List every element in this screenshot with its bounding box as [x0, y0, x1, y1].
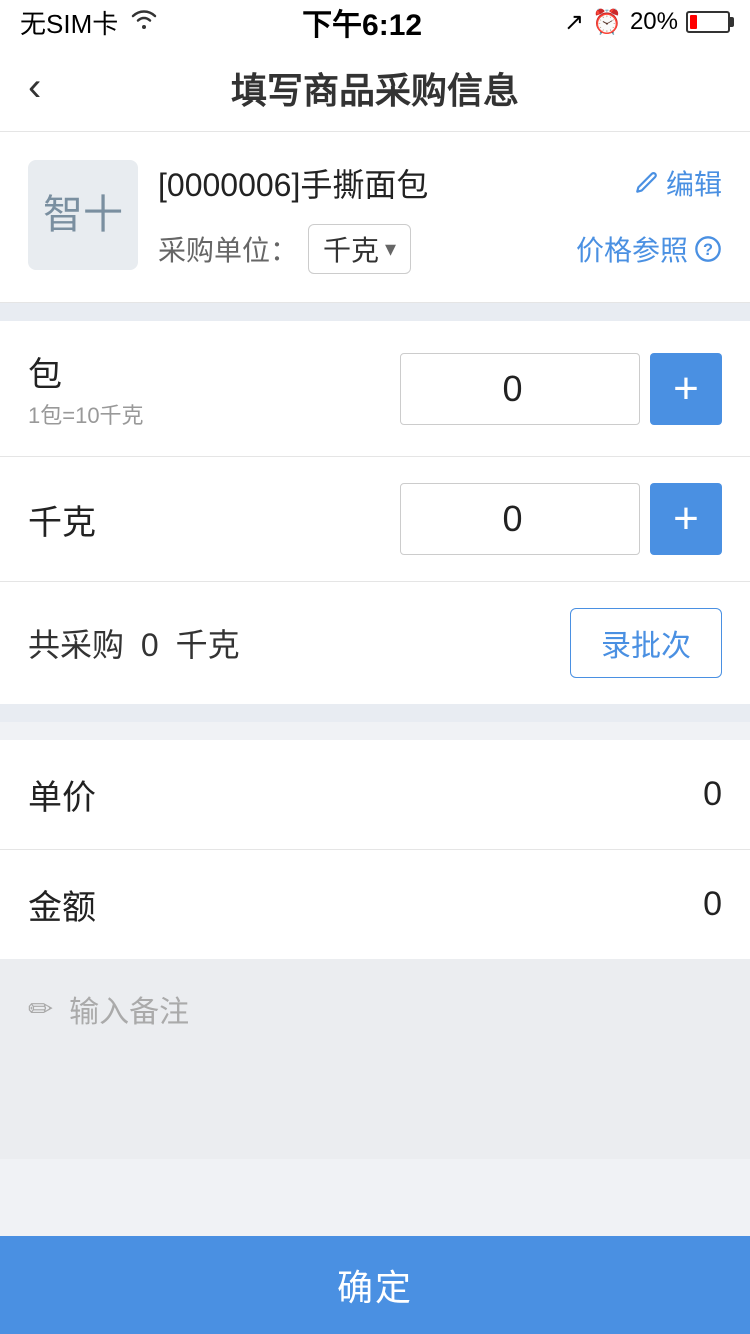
wifi-icon: [128, 7, 160, 38]
kg-label: 千克: [28, 495, 96, 544]
price-ref-label: 价格参照: [576, 229, 688, 269]
note-placeholder: 输入备注: [69, 987, 189, 1031]
chevron-down-icon: ▾: [385, 236, 396, 262]
nav-bar: ‹ 填写商品采购信息: [0, 44, 750, 132]
section-divider-2: [0, 704, 750, 722]
status-bar-time: 下午6:12: [302, 0, 422, 44]
back-button[interactable]: ‹: [28, 65, 41, 110]
bag-input-control: +: [400, 353, 722, 425]
edit-button[interactable]: 编辑: [634, 163, 722, 203]
unit-selector[interactable]: 采购单位： 千克 ▾: [158, 224, 411, 274]
product-info-top: [0000006]手撕面包 编辑: [158, 160, 722, 206]
amount-value: 0: [703, 885, 722, 924]
summary-amount: 0: [141, 627, 159, 663]
amount-row: 金额 0: [0, 850, 750, 959]
kg-input[interactable]: [400, 483, 640, 555]
product-name: [0000006]手撕面包: [158, 160, 428, 206]
pencil-icon: ✏: [28, 992, 53, 1027]
battery-fill: [690, 15, 697, 29]
edit-label: 编辑: [666, 163, 722, 203]
unit-label: 采购单位：: [158, 229, 298, 269]
plus-icon-bag: +: [673, 364, 699, 414]
amount-label: 金额: [28, 880, 96, 929]
bag-plus-button[interactable]: +: [650, 353, 722, 425]
input-section: 包 1包=10千克 + 千克 +: [0, 321, 750, 582]
batch-button[interactable]: 录批次: [570, 608, 722, 678]
note-input-area[interactable]: ✏ 输入备注: [28, 987, 722, 1031]
kg-plus-button[interactable]: +: [650, 483, 722, 555]
svg-text:?: ?: [703, 241, 713, 259]
summary-prefix: 共采购: [28, 627, 124, 663]
unit-value: 千克: [323, 229, 379, 269]
battery-percent: 20%: [630, 8, 678, 36]
carrier-label: 无SIM卡: [20, 4, 118, 41]
note-section[interactable]: ✏ 输入备注: [0, 959, 750, 1159]
confirm-button[interactable]: 确定: [0, 1236, 750, 1334]
bag-label: 包 1包=10千克: [28, 347, 144, 430]
bag-input-row: 包 1包=10千克 +: [0, 321, 750, 457]
product-card: 智十 [0000006]手撕面包 编辑 采购单位： 千克 ▾: [0, 132, 750, 303]
bag-input[interactable]: [400, 353, 640, 425]
status-bar-left: 无SIM卡: [20, 4, 160, 41]
kg-input-control: +: [400, 483, 722, 555]
page-title: 填写商品采购信息: [231, 62, 519, 114]
summary-text: 共采购 0 千克: [28, 620, 240, 666]
product-logo: 智十: [43, 191, 123, 239]
price-ref-button[interactable]: 价格参照 ?: [576, 229, 722, 269]
product-unit-row: 采购单位： 千克 ▾ 价格参照 ?: [158, 224, 722, 274]
summary-row: 共采购 0 千克 录批次: [0, 582, 750, 704]
status-bar: 无SIM卡 下午6:12 ↗ ⏰ 20%: [0, 0, 750, 44]
alarm-icon: ⏰: [592, 8, 622, 37]
unit-price-row: 单价 0: [0, 740, 750, 850]
status-bar-right: ↗ ⏰ 20%: [564, 8, 730, 37]
unit-price-label: 单价: [28, 770, 96, 819]
price-section: 单价 0 金额 0: [0, 740, 750, 959]
bag-label-text: 包: [28, 347, 144, 396]
plus-icon-kg: +: [673, 494, 699, 544]
bag-sub-label: 1包=10千克: [28, 398, 144, 430]
unit-select[interactable]: 千克 ▾: [308, 224, 411, 274]
product-thumbnail: 智十: [28, 160, 138, 270]
battery-icon: [686, 11, 730, 33]
product-info: [0000006]手撕面包 编辑 采购单位： 千克 ▾ 价格: [158, 160, 722, 274]
kg-input-row: 千克 +: [0, 457, 750, 582]
location-icon: ↗: [564, 8, 584, 37]
section-divider-1: [0, 303, 750, 321]
kg-label-text: 千克: [28, 495, 96, 544]
unit-price-value: 0: [703, 775, 722, 814]
summary-unit: 千克: [176, 627, 240, 663]
